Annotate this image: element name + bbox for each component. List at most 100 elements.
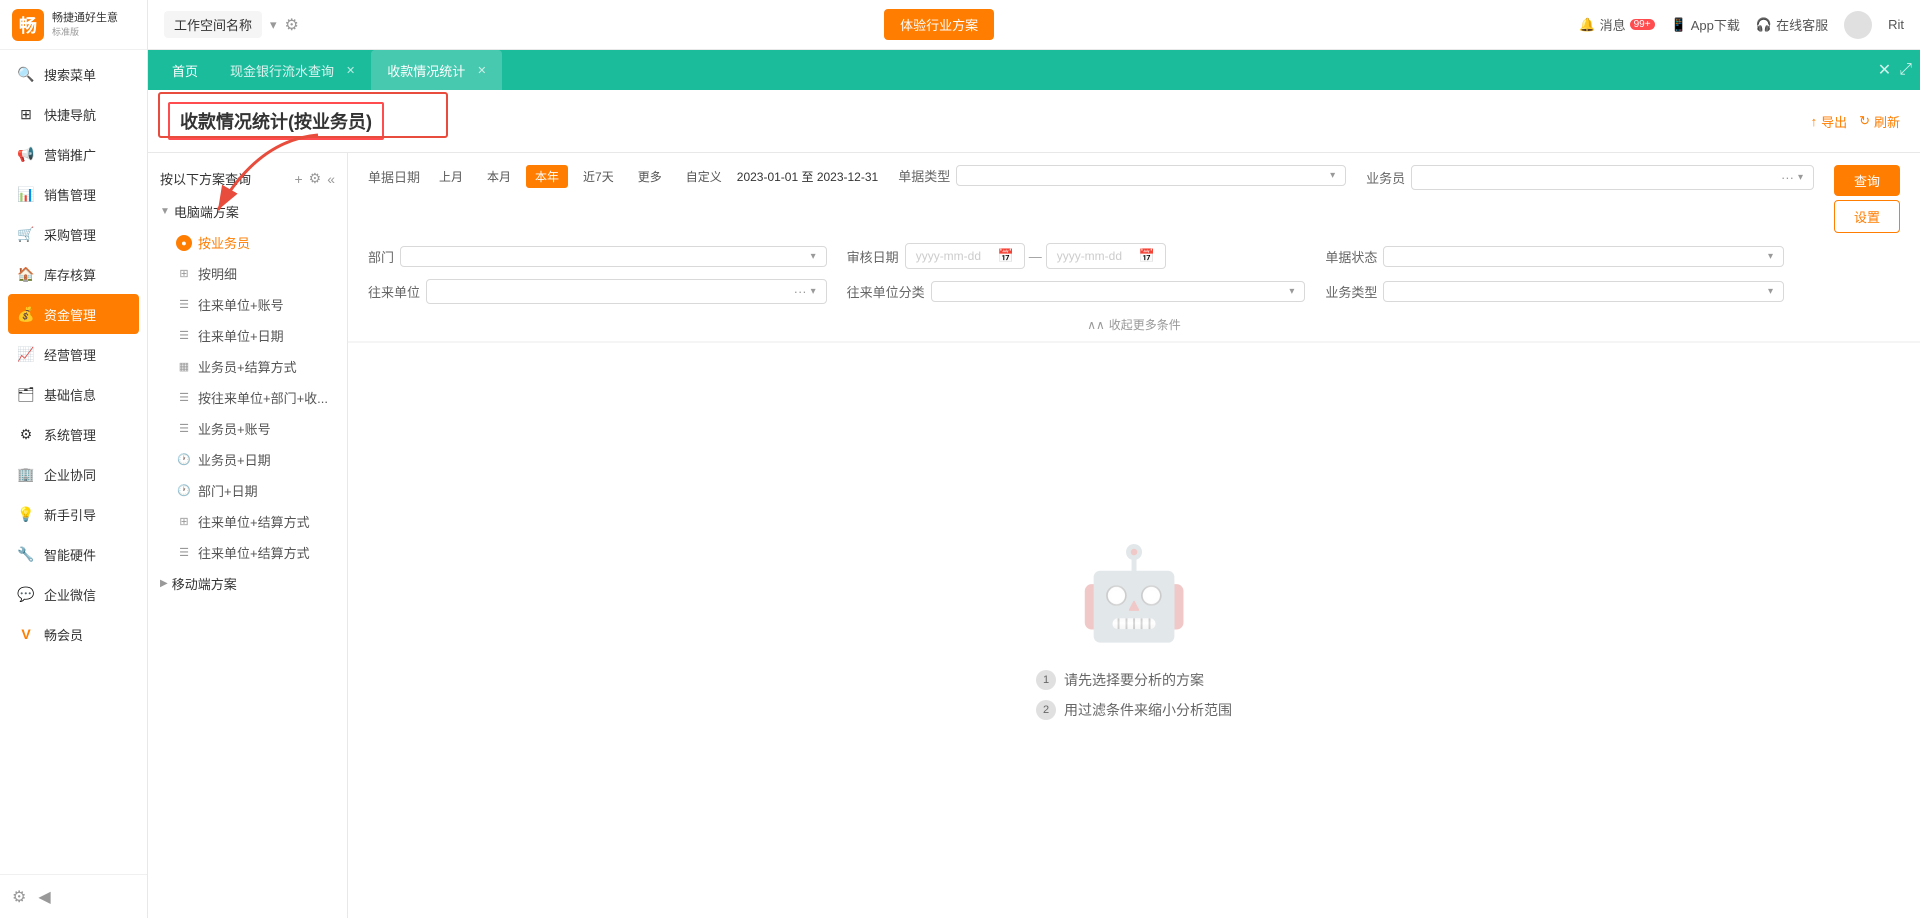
cp-date-scheme-icon: ☰: [176, 328, 192, 344]
salesperson-select[interactable]: ··· ▾: [1411, 165, 1814, 190]
scheme-settings-icon[interactable]: ⚙: [309, 170, 322, 187]
refresh-button[interactable]: ↻ 刷新: [1859, 112, 1900, 131]
tip-number-1: 1: [1036, 670, 1056, 690]
query-button[interactable]: 查询: [1834, 165, 1900, 196]
sidebar-footer: ⚙ ◀: [0, 874, 147, 918]
tab-home[interactable]: 首页: [156, 50, 214, 90]
scheme-add-icon[interactable]: +: [294, 171, 302, 187]
sidebar-item-quicknav[interactable]: ⊞ 快捷导航: [0, 94, 147, 134]
audit-date-from: yyyy-mm-dd: [916, 249, 981, 263]
sidebar-item-label: 企业协同: [44, 465, 96, 484]
scheme-item-label: 业务员+账号: [198, 419, 271, 438]
sidebar-nav: 🔍 搜索菜单 ⊞ 快捷导航 📢 营销推广 📊 销售管理 🛒 采购管理 🏠 库存核…: [0, 50, 147, 874]
app-download-item[interactable]: 📱 App下载: [1671, 15, 1740, 34]
collapse-button[interactable]: ∧∧ 收起更多条件: [368, 308, 1900, 341]
date-btn-this-year[interactable]: 本年: [526, 165, 568, 188]
collapse-icon: ∧∧: [1087, 318, 1105, 332]
date-btn-more[interactable]: 更多: [629, 165, 671, 188]
tab-receipt-stats[interactable]: 收款情况统计 ✕: [371, 50, 502, 90]
user-avatar[interactable]: [1844, 11, 1872, 39]
sidebar-collapse-icon[interactable]: ◀: [38, 887, 50, 907]
audit-date-from-input[interactable]: yyyy-mm-dd 📅: [905, 243, 1025, 269]
cp-category-select[interactable]: ▾: [931, 281, 1306, 302]
sidebar-item-operations[interactable]: 📈 经营管理: [0, 334, 147, 374]
scheme-item-cp-payment2[interactable]: ☰ 往来单位+结算方式: [148, 537, 347, 568]
scheme-panel: 按以下方案查询 + ⚙ « ▼ 电脑端方案 ● 按业务员: [148, 153, 348, 918]
settings-button[interactable]: 设置: [1834, 200, 1900, 233]
page-content: 收款情况统计(按业务员) ↑ 导出 ↻ 刷新 按以下方案查询: [148, 90, 1920, 918]
scheme-item-detail[interactable]: ⊞ 按明细: [148, 258, 347, 289]
topbar-settings-icon[interactable]: ⚙: [285, 15, 299, 35]
scheme-item-dept-date[interactable]: 🕐 部门+日期: [148, 475, 347, 506]
scheme-group-pc[interactable]: ▼ 电脑端方案: [148, 196, 347, 227]
date-btn-7days[interactable]: 近7天: [574, 165, 623, 188]
sidebar-item-finance[interactable]: 💰 资金管理: [8, 294, 139, 334]
scheme-group-mobile[interactable]: ▶ 移动端方案: [148, 568, 347, 599]
bank-flow-close-icon[interactable]: ✕: [346, 64, 355, 77]
sidebar-item-member[interactable]: V 畅会员: [0, 614, 147, 654]
page-title-box: 收款情况统计(按业务员): [168, 102, 384, 140]
tab-maximize-icon[interactable]: ⤢: [1899, 61, 1912, 79]
receipt-stats-close-icon[interactable]: ✕: [477, 64, 486, 77]
scheme-item-cp-payment1[interactable]: ⊞ 往来单位+结算方式: [148, 506, 347, 537]
salesperson-ellipsis-icon[interactable]: ···: [1781, 170, 1794, 185]
service-icon: 🎧: [1756, 17, 1772, 33]
export-label: 导出: [1821, 112, 1847, 131]
sidebar-item-marketing[interactable]: 📢 营销推广: [0, 134, 147, 174]
voucher-status-label: 单据状态: [1325, 247, 1377, 266]
dept-select[interactable]: ▾: [400, 246, 827, 267]
scheme-collapse-icon[interactable]: «: [327, 171, 335, 187]
date-btn-custom[interactable]: 自定义: [677, 165, 731, 188]
bell-icon: 🔔: [1579, 17, 1595, 33]
topbar: 工作空间名称 ▾ ⚙ 体验行业方案 🔔 消息 99+ 📱 App下载 🎧 在线客…: [148, 0, 1920, 50]
voucher-type-dropdown-icon: ▾: [1330, 170, 1335, 181]
scheme-item-counterparty-account[interactable]: ☰ 往来单位+账号: [148, 289, 347, 320]
date-label: 单据日期: [368, 167, 424, 186]
sidebar-item-purchase[interactable]: 🛒 采购管理: [0, 214, 147, 254]
voucher-type-select[interactable]: ▾: [956, 165, 1346, 186]
voucher-status-select[interactable]: ▾: [1383, 246, 1784, 267]
dept-date-scheme-icon: 🕐: [176, 483, 192, 499]
user-name: Rit: [1888, 17, 1904, 32]
online-service-item[interactable]: 🎧 在线客服: [1756, 15, 1828, 34]
sidebar-item-system[interactable]: ⚙ 系统管理: [0, 414, 147, 454]
tab-bank-flow[interactable]: 现金银行流水查询 ✕: [214, 50, 371, 90]
online-service-label: 在线客服: [1776, 15, 1828, 34]
scheme-item-salesperson[interactable]: ● 按业务员: [148, 227, 347, 258]
sidebar-item-enterprise[interactable]: 🏢 企业协同: [0, 454, 147, 494]
scheme-item-sp-date[interactable]: 🕐 业务员+日期: [148, 444, 347, 475]
counterparty-ellipsis-icon[interactable]: ···: [794, 284, 807, 299]
tab-close-all-icon[interactable]: ✕: [1878, 60, 1891, 80]
marketing-icon: 📢: [16, 144, 36, 164]
counterparty-label: 往来单位: [368, 282, 420, 301]
dept-label: 部门: [368, 247, 394, 266]
sidebar-item-guide[interactable]: 💡 新手引导: [0, 494, 147, 534]
scheme-item-sp-account[interactable]: ☰ 业务员+账号: [148, 413, 347, 444]
scheme-item-counterparty-date[interactable]: ☰ 往来单位+日期: [148, 320, 347, 351]
detail-scheme-icon: ⊞: [176, 266, 192, 282]
sidebar-item-sales[interactable]: 📊 销售管理: [0, 174, 147, 214]
topbar-center: 体验行业方案: [884, 9, 994, 40]
sidebar-settings-icon[interactable]: ⚙: [12, 887, 26, 907]
date-btn-this-month[interactable]: 本月: [478, 165, 520, 188]
counterparty-select[interactable]: ··· ▾: [426, 279, 827, 304]
empty-tip-1: 1 请先选择要分析的方案: [1036, 670, 1232, 690]
business-type-select[interactable]: ▾: [1383, 281, 1784, 302]
workspace-dropdown-icon[interactable]: ▾: [270, 17, 277, 33]
app-icon: 📱: [1671, 17, 1687, 33]
sidebar-item-inventory[interactable]: 🏠 库存核算: [0, 254, 147, 294]
notification-item[interactable]: 🔔 消息 99+: [1579, 15, 1654, 34]
sidebar-item-smarthw[interactable]: 🔧 智能硬件: [0, 534, 147, 574]
audit-date-to: yyyy-mm-dd: [1057, 249, 1122, 263]
scheme-item-cp-dept[interactable]: ☰ 按往来单位+部门+收...: [148, 382, 347, 413]
cp-account-scheme-icon: ☰: [176, 297, 192, 313]
sidebar-item-search[interactable]: 🔍 搜索菜单: [0, 54, 147, 94]
trial-button[interactable]: 体验行业方案: [884, 9, 994, 40]
sidebar-item-enterprise-wechat[interactable]: 💬 企业微信: [0, 574, 147, 614]
enterprise-wechat-icon: 💬: [16, 584, 36, 604]
export-button[interactable]: ↑ 导出: [1811, 112, 1848, 131]
audit-date-to-input[interactable]: yyyy-mm-dd 📅: [1046, 243, 1166, 269]
sidebar-item-basicinfo[interactable]: 🗂 基础信息: [0, 374, 147, 414]
scheme-item-salesperson-payment[interactable]: ▦ 业务员+结算方式: [148, 351, 347, 382]
date-btn-last-month[interactable]: 上月: [430, 165, 472, 188]
